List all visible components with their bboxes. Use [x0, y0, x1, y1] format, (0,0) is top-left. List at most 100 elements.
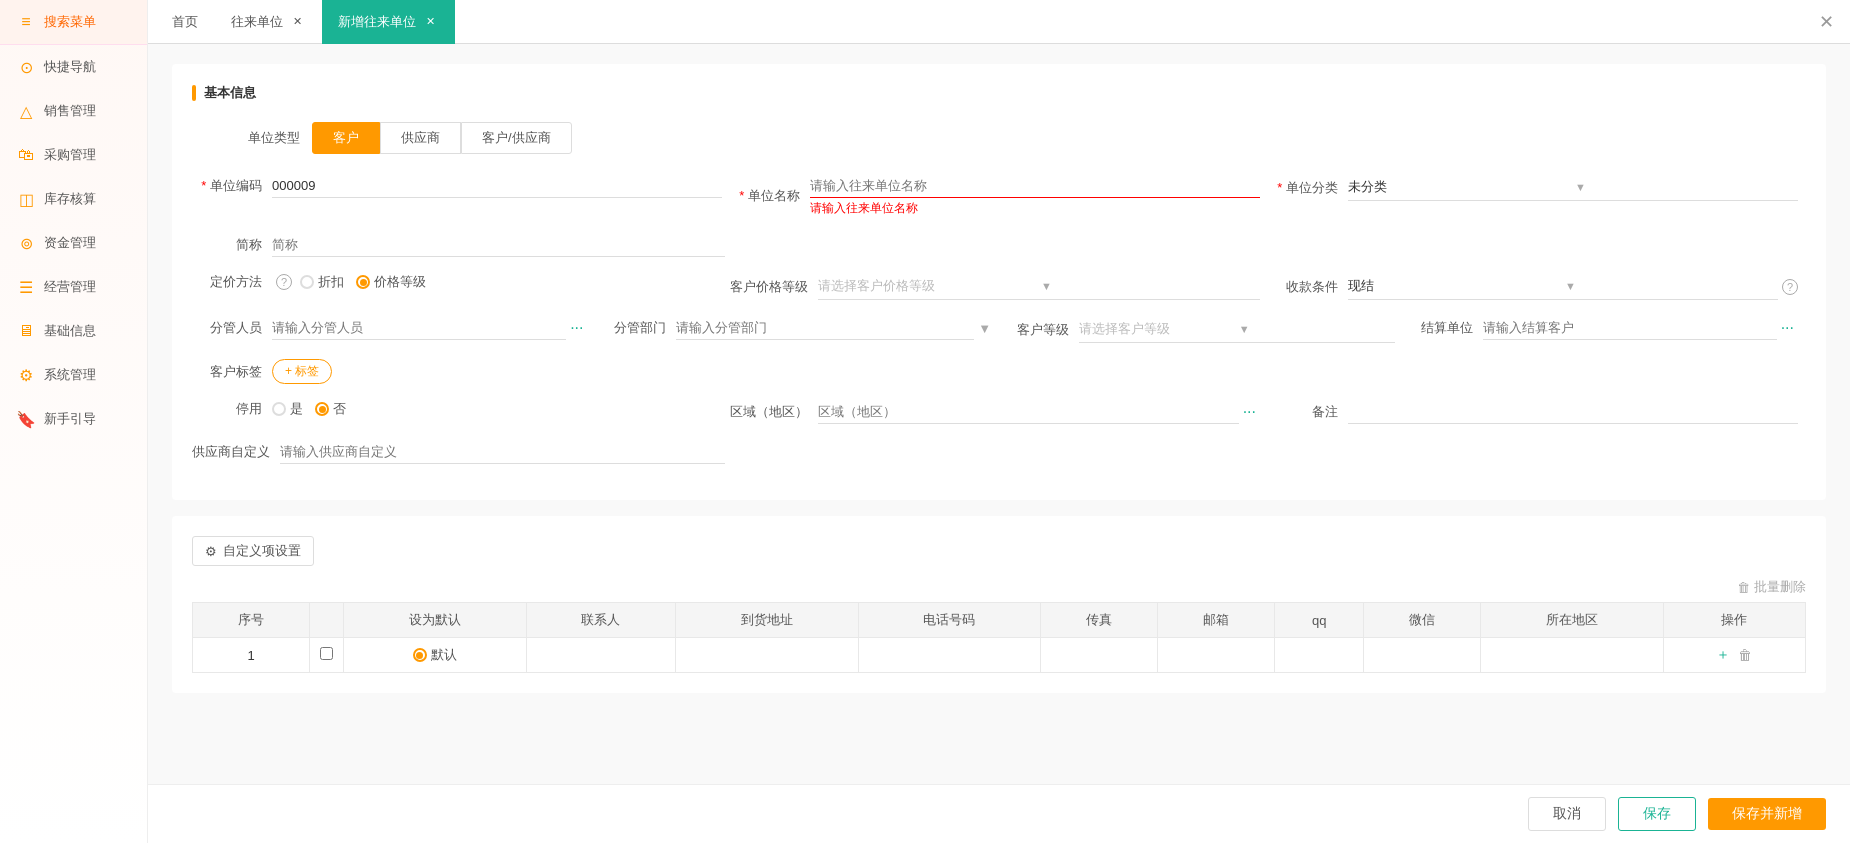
sidebar-item-inventory[interactable]: ◫ 库存核算 — [0, 177, 147, 221]
sidebar-basic-label: 基础信息 — [44, 322, 96, 340]
short-name-input[interactable] — [272, 233, 725, 257]
manager-input[interactable] — [272, 316, 566, 340]
unit-code-input[interactable] — [272, 174, 722, 198]
contact-table: 序号 设为默认 联系人 到货地址 电话号码 传真 邮箱 qq 微信 所在地区 操… — [192, 602, 1806, 673]
pricing-radio-price-level[interactable]: 价格等级 — [356, 273, 426, 291]
manager-dots[interactable]: ··· — [566, 319, 587, 337]
guide-icon: 🔖 — [16, 409, 36, 429]
sales-icon: △ — [16, 101, 36, 121]
inventory-icon: ◫ — [16, 189, 36, 209]
dept-input[interactable] — [676, 316, 975, 340]
pricing-help-icon[interactable]: ? — [276, 274, 292, 290]
sidebar-item-search[interactable]: ≡ 搜索菜单 — [0, 0, 147, 45]
td-no: 1 — [193, 638, 310, 673]
pricing-label: 定价方法 — [192, 273, 272, 291]
content-area: 基本信息 单位类型 客户 供应商 客户/供应商 单位编码 单位名称 — [148, 44, 1850, 784]
tab-partner-close[interactable]: ✕ — [289, 14, 305, 30]
delete-row-icon[interactable]: 🗑 — [1738, 647, 1752, 663]
unit-type-supplier[interactable]: 供应商 — [380, 122, 461, 154]
disabled-radio-yes[interactable]: 是 — [272, 400, 303, 418]
table-row: 1 默认 — [193, 638, 1806, 673]
th-wechat: 微信 — [1364, 603, 1481, 638]
group-customer-level: 客户等级 请选择客户等级 ▼ — [999, 316, 1395, 343]
remark-input[interactable] — [1348, 400, 1798, 424]
group-short-name: 简称 — [192, 233, 725, 257]
td-region — [1481, 638, 1663, 673]
th-checkbox — [310, 603, 344, 638]
main-area: 首页 往来单位 ✕ 新增往来单位 ✕ ✕ 基本信息 单位类型 客户 供应商 — [148, 0, 1850, 843]
batch-delete-button[interactable]: 批量删除 — [1754, 578, 1806, 596]
disabled-no-circle — [315, 402, 329, 416]
customer-price-select[interactable]: 请选择客户价格等级 ▼ — [818, 273, 1260, 300]
disabled-radio-group: 是 否 — [272, 400, 346, 418]
group-unit-category: 单位分类 未分类 ▼ — [1268, 174, 1798, 201]
th-phone: 电话号码 — [858, 603, 1040, 638]
tab-home[interactable]: 首页 — [156, 0, 215, 44]
settlement-dots[interactable]: ··· — [1777, 319, 1798, 337]
sidebar-system-label: 系统管理 — [44, 366, 96, 384]
add-row-icon[interactable]: ＋ — [1716, 646, 1730, 664]
default-label: 默认 — [431, 646, 457, 664]
unit-category-select[interactable]: 未分类 ▼ — [1348, 174, 1798, 201]
group-region: 区域（地区） ··· — [730, 400, 1260, 424]
sidebar-shortcut-label: 快捷导航 — [44, 58, 96, 76]
footer: 取消 保存 保存并新增 — [148, 784, 1850, 843]
pricing-radio-group: 折扣 价格等级 — [300, 273, 426, 291]
unit-type-both[interactable]: 客户/供应商 — [461, 122, 572, 154]
tab-partner[interactable]: 往来单位 ✕ — [215, 0, 322, 44]
tag-label: 客户标签 — [192, 363, 272, 381]
region-dots[interactable]: ··· — [1239, 403, 1260, 421]
sidebar-item-sales[interactable]: △ 销售管理 — [0, 89, 147, 133]
unit-type-customer[interactable]: 客户 — [312, 122, 380, 154]
table-actions: 🗑 批量删除 — [192, 578, 1806, 596]
row-manager: 分管人员 ··· 分管部门 ▼ 客户等级 请选择客户等级 ▼ — [192, 316, 1806, 343]
region-label: 区域（地区） — [730, 403, 818, 421]
customer-level-label: 客户等级 — [999, 321, 1079, 339]
payment-help-icon[interactable]: ? — [1782, 279, 1798, 295]
sidebar-item-shortcut[interactable]: ⊙ 快捷导航 — [0, 45, 147, 89]
sidebar-item-basic[interactable]: 🖥 基础信息 — [0, 309, 147, 353]
sidebar-item-purchase[interactable]: 🛍 采购管理 — [0, 133, 147, 177]
td-default: 默认 — [344, 638, 526, 673]
tab-new-partner[interactable]: 新增往来单位 ✕ — [322, 0, 455, 44]
sidebar-item-operation[interactable]: ☰ 经营管理 — [0, 265, 147, 309]
group-settlement: 结算单位 ··· — [1403, 316, 1799, 340]
search-icon: ≡ — [16, 12, 36, 32]
row-checkbox[interactable] — [320, 647, 333, 660]
pricing-radio-discount[interactable]: 折扣 — [300, 273, 344, 291]
tab-new-partner-close[interactable]: ✕ — [422, 14, 438, 30]
save-button[interactable]: 保存 — [1618, 797, 1696, 831]
default-radio[interactable]: 默认 — [354, 646, 515, 664]
customer-price-label: 客户价格等级 — [730, 278, 818, 296]
unit-name-input[interactable] — [810, 174, 1260, 198]
group-unit-code: 单位编码 — [192, 174, 722, 198]
disabled-yes-label: 是 — [290, 400, 303, 418]
customer-level-select[interactable]: 请选择客户等级 ▼ — [1079, 316, 1395, 343]
cancel-button[interactable]: 取消 — [1528, 797, 1606, 831]
finance-icon: ⊚ — [16, 233, 36, 253]
supplier-custom-input[interactable] — [280, 440, 725, 464]
unit-category-value: 未分类 — [1348, 178, 1571, 196]
sidebar-item-finance[interactable]: ⊚ 资金管理 — [0, 221, 147, 265]
disabled-radio-no[interactable]: 否 — [315, 400, 346, 418]
tab-bar-close-all[interactable]: ✕ — [1811, 7, 1842, 37]
pricing-discount-label: 折扣 — [318, 273, 344, 291]
form-card-table: ⚙ 自定义项设置 🗑 批量删除 序号 设为默认 联系人 到货地址 电话号码 传真 — [172, 516, 1826, 693]
sidebar-item-guide[interactable]: 🔖 新手引导 — [0, 397, 147, 441]
pricing-radio-price-level-circle — [356, 275, 370, 289]
section-title-text: 基本信息 — [204, 84, 256, 102]
region-input[interactable] — [818, 400, 1239, 424]
sidebar-search-label: 搜索菜单 — [44, 13, 96, 31]
custom-settings-button[interactable]: ⚙ 自定义项设置 — [192, 536, 314, 566]
tab-home-label: 首页 — [172, 13, 198, 31]
tab-bar: 首页 往来单位 ✕ 新增往来单位 ✕ ✕ — [148, 0, 1850, 44]
tab-partner-label: 往来单位 — [231, 13, 283, 31]
settlement-label: 结算单位 — [1403, 319, 1483, 337]
payment-select[interactable]: 现结 ▼ — [1348, 273, 1778, 300]
table-header-row: 序号 设为默认 联系人 到货地址 电话号码 传真 邮箱 qq 微信 所在地区 操… — [193, 603, 1806, 638]
settlement-input[interactable] — [1483, 316, 1777, 340]
sidebar-item-system[interactable]: ⚙ 系统管理 — [0, 353, 147, 397]
add-tag-button[interactable]: + 标签 — [272, 359, 332, 384]
save-new-button[interactable]: 保存并新增 — [1708, 798, 1826, 830]
th-default: 设为默认 — [344, 603, 526, 638]
